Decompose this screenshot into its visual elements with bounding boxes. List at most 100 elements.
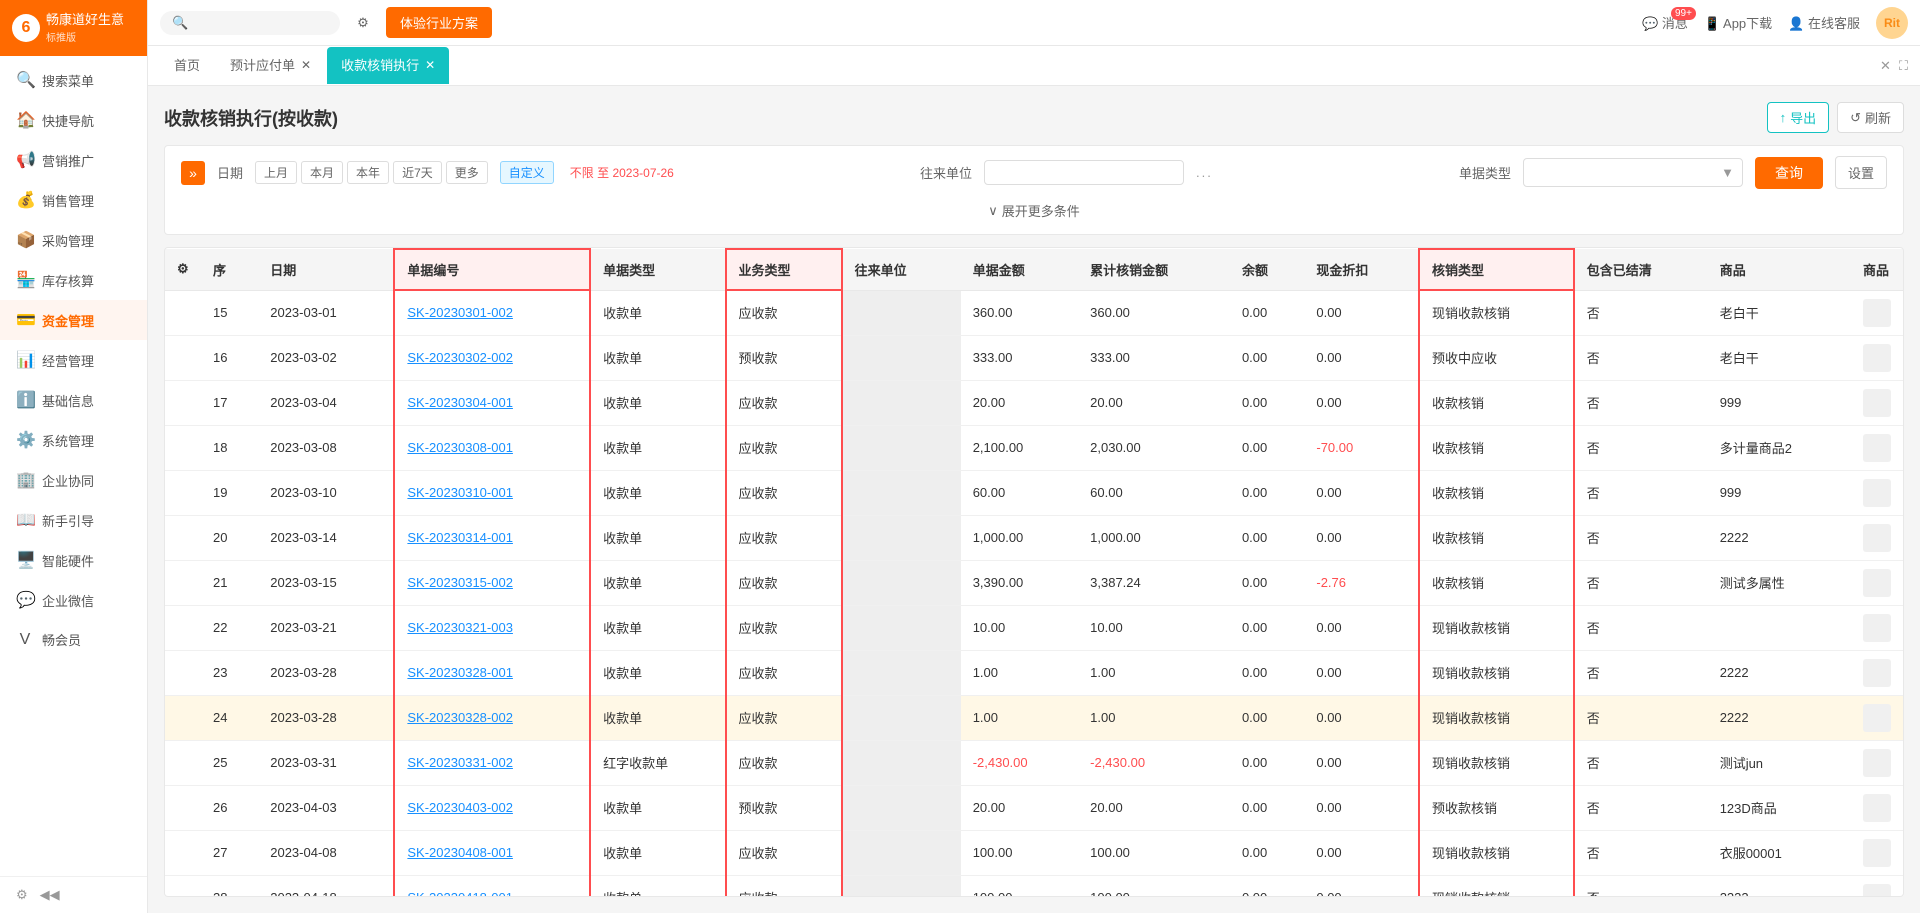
cell-voucher-no[interactable]: SK-20230314-001 — [394, 515, 590, 560]
table-row[interactable]: 16 2023-03-02 SK-20230302-002 收款单 预收款 33… — [165, 335, 1903, 380]
sidebar-item-guide[interactable]: 📖新手引导 — [0, 500, 147, 540]
voucher-link[interactable]: SK-20230302-002 — [407, 350, 513, 365]
voucher-link[interactable]: SK-20230314-001 — [407, 530, 513, 545]
sidebar-item-operations[interactable]: 📊经营管理 — [0, 340, 147, 380]
cell-balance: 0.00 — [1230, 785, 1304, 830]
query-button[interactable]: 查询 — [1755, 157, 1823, 189]
export-button[interactable]: ↑ 导出 — [1767, 102, 1830, 133]
tab-home[interactable]: 首页 — [160, 47, 214, 84]
purchase-icon: 📦 — [16, 230, 34, 250]
voucher-link[interactable]: SK-20230321-003 — [407, 620, 513, 635]
sidebar-item-hardware[interactable]: 🖥️智能硬件 — [0, 540, 147, 580]
table-row[interactable]: 18 2023-03-08 SK-20230308-001 收款单 应收款 2,… — [165, 425, 1903, 470]
tab-pre-apply-close[interactable]: ✕ — [301, 58, 311, 72]
table-row[interactable]: 20 2023-03-14 SK-20230314-001 收款单 应收款 1,… — [165, 515, 1903, 560]
settings-icon-topbar[interactable]: ⚙ — [348, 8, 378, 38]
close-window-icon[interactable]: ✕ — [1880, 58, 1891, 74]
voucher-link[interactable]: SK-20230308-001 — [407, 440, 513, 455]
cell-biz-type: 应收款 — [726, 605, 842, 650]
cell-voucher-no[interactable]: SK-20230321-003 — [394, 605, 590, 650]
date-btn-last-month[interactable]: 上月 — [255, 161, 297, 184]
topbar-search-box[interactable]: 🔍 — [160, 11, 340, 35]
voucher-type-select[interactable]: ▼ — [1523, 158, 1743, 187]
filter-toggle-btn[interactable]: » — [181, 161, 205, 185]
sidebar-logo: 6 畅康道好生意 标推版 — [0, 0, 147, 56]
expand-more-btn[interactable]: ∨ 展开更多条件 — [181, 197, 1887, 224]
tab-collection-exec[interactable]: 收款核销执行 ✕ — [327, 47, 449, 84]
voucher-link[interactable]: SK-20230315-002 — [407, 575, 513, 590]
table-row[interactable]: 24 2023-03-28 SK-20230328-002 收款单 应收款 1.… — [165, 695, 1903, 740]
voucher-link[interactable]: SK-20230310-001 — [407, 485, 513, 500]
tab-pre-apply[interactable]: 预计应付单 ✕ — [216, 47, 325, 84]
cell-seq: 19 — [201, 470, 258, 515]
voucher-link[interactable]: SK-20230328-001 — [407, 665, 513, 680]
app-download-btn[interactable]: 📱 App下载 — [1704, 13, 1772, 32]
cell-voucher-no[interactable]: SK-20230328-002 — [394, 695, 590, 740]
cell-voucher-no[interactable]: SK-20230301-002 — [394, 290, 590, 335]
table-row[interactable]: 25 2023-03-31 SK-20230331-002 红字收款单 应收款 … — [165, 740, 1903, 785]
sidebar-item-finance[interactable]: 💳资金管理 — [0, 300, 147, 340]
table-row[interactable]: 17 2023-03-04 SK-20230304-001 收款单 应收款 20… — [165, 380, 1903, 425]
cell-voucher-no[interactable]: SK-20230310-001 — [394, 470, 590, 515]
table-row[interactable]: 22 2023-03-21 SK-20230321-003 收款单 应收款 10… — [165, 605, 1903, 650]
cell-counterpart — [842, 425, 961, 470]
cell-voucher-no[interactable]: SK-20230331-002 — [394, 740, 590, 785]
voucher-link[interactable]: SK-20230408-001 — [407, 845, 513, 860]
date-btn-this-year[interactable]: 本年 — [347, 161, 389, 184]
solution-button[interactable]: 体验行业方案 — [386, 7, 492, 38]
cell-voucher-no[interactable]: SK-20230403-002 — [394, 785, 590, 830]
table-row[interactable]: 21 2023-03-15 SK-20230315-002 收款单 应收款 3,… — [165, 560, 1903, 605]
refresh-button[interactable]: ↺ 刷新 — [1837, 102, 1904, 133]
sidebar-item-sales[interactable]: 💰销售管理 — [0, 180, 147, 220]
cell-biz-type: 应收款 — [726, 830, 842, 875]
user-avatar[interactable]: Rit — [1876, 7, 1908, 39]
sidebar-item-system[interactable]: ⚙️系统管理 — [0, 420, 147, 460]
cell-voucher-no[interactable]: SK-20230328-001 — [394, 650, 590, 695]
table-row[interactable]: 28 2023-04-18 SK-20230418-001 收款单 应收款 10… — [165, 875, 1903, 897]
filter-settings-button[interactable]: 设置 — [1835, 156, 1887, 189]
sidebar-item-quick-nav[interactable]: 🏠快捷导航 — [0, 100, 147, 140]
online-service-btn[interactable]: 👤 在线客服 — [1788, 13, 1860, 32]
cell-voucher-no[interactable]: SK-20230315-002 — [394, 560, 590, 605]
sidebar-item-wechat[interactable]: 💬企业微信 — [0, 580, 147, 620]
sidebar-item-enterprise[interactable]: 🏢企业协同 — [0, 460, 147, 500]
voucher-link[interactable]: SK-20230403-002 — [407, 800, 513, 815]
sidebar-item-member[interactable]: V畅会员 — [0, 620, 147, 659]
collapse-icon[interactable]: ◀◀ — [40, 887, 60, 903]
table-row[interactable]: 26 2023-04-03 SK-20230403-002 收款单 预收款 20… — [165, 785, 1903, 830]
sidebar-item-marketing[interactable]: 📢营销推广 — [0, 140, 147, 180]
table-row[interactable]: 15 2023-03-01 SK-20230301-002 收款单 应收款 36… — [165, 290, 1903, 335]
message-btn[interactable]: 💬 消息 99+ — [1642, 13, 1688, 32]
date-custom-btn[interactable]: 自定义 — [500, 161, 554, 184]
cell-voucher-no[interactable]: SK-20230418-001 — [394, 875, 590, 897]
settings-icon[interactable]: ⚙ — [16, 887, 28, 903]
cell-settings — [165, 335, 201, 380]
sidebar-item-basic[interactable]: ℹ️基础信息 — [0, 380, 147, 420]
cell-cash-discount: 0.00 — [1304, 875, 1419, 897]
table-row[interactable]: 23 2023-03-28 SK-20230328-001 收款单 应收款 1.… — [165, 650, 1903, 695]
main-area: 🔍 ⚙ 体验行业方案 💬 消息 99+ 📱 App下载 👤 在线客服 Rit — [148, 0, 1920, 913]
voucher-link[interactable]: SK-20230304-001 — [407, 395, 513, 410]
tab-collection-exec-close[interactable]: ✕ — [425, 58, 435, 72]
table-row[interactable]: 19 2023-03-10 SK-20230310-001 收款单 应收款 60… — [165, 470, 1903, 515]
maximize-icon[interactable]: ⛶ — [1899, 58, 1908, 74]
sidebar-item-inventory[interactable]: 🏪库存核算 — [0, 260, 147, 300]
counterpart-input[interactable] — [984, 160, 1184, 185]
voucher-link[interactable]: SK-20230301-002 — [407, 305, 513, 320]
sidebar-footer[interactable]: ⚙ ◀◀ — [0, 876, 147, 913]
voucher-link[interactable]: SK-20230418-001 — [407, 890, 513, 897]
cell-voucher-no[interactable]: SK-20230302-002 — [394, 335, 590, 380]
sidebar-item-search[interactable]: 🔍搜索菜单 — [0, 60, 147, 100]
voucher-link[interactable]: SK-20230331-002 — [407, 755, 513, 770]
sidebar-item-purchase[interactable]: 📦采购管理 — [0, 220, 147, 260]
cell-voucher-no[interactable]: SK-20230408-001 — [394, 830, 590, 875]
table-row[interactable]: 27 2023-04-08 SK-20230408-001 收款单 应收款 10… — [165, 830, 1903, 875]
voucher-link[interactable]: SK-20230328-002 — [407, 710, 513, 725]
search-input[interactable] — [194, 15, 314, 30]
date-btn-this-month[interactable]: 本月 — [301, 161, 343, 184]
date-btn-7days[interactable]: 近7天 — [393, 161, 442, 184]
col-header-settings[interactable]: ⚙ — [165, 249, 201, 290]
date-btn-more[interactable]: 更多 — [446, 161, 488, 184]
cell-voucher-no[interactable]: SK-20230308-001 — [394, 425, 590, 470]
cell-voucher-no[interactable]: SK-20230304-001 — [394, 380, 590, 425]
